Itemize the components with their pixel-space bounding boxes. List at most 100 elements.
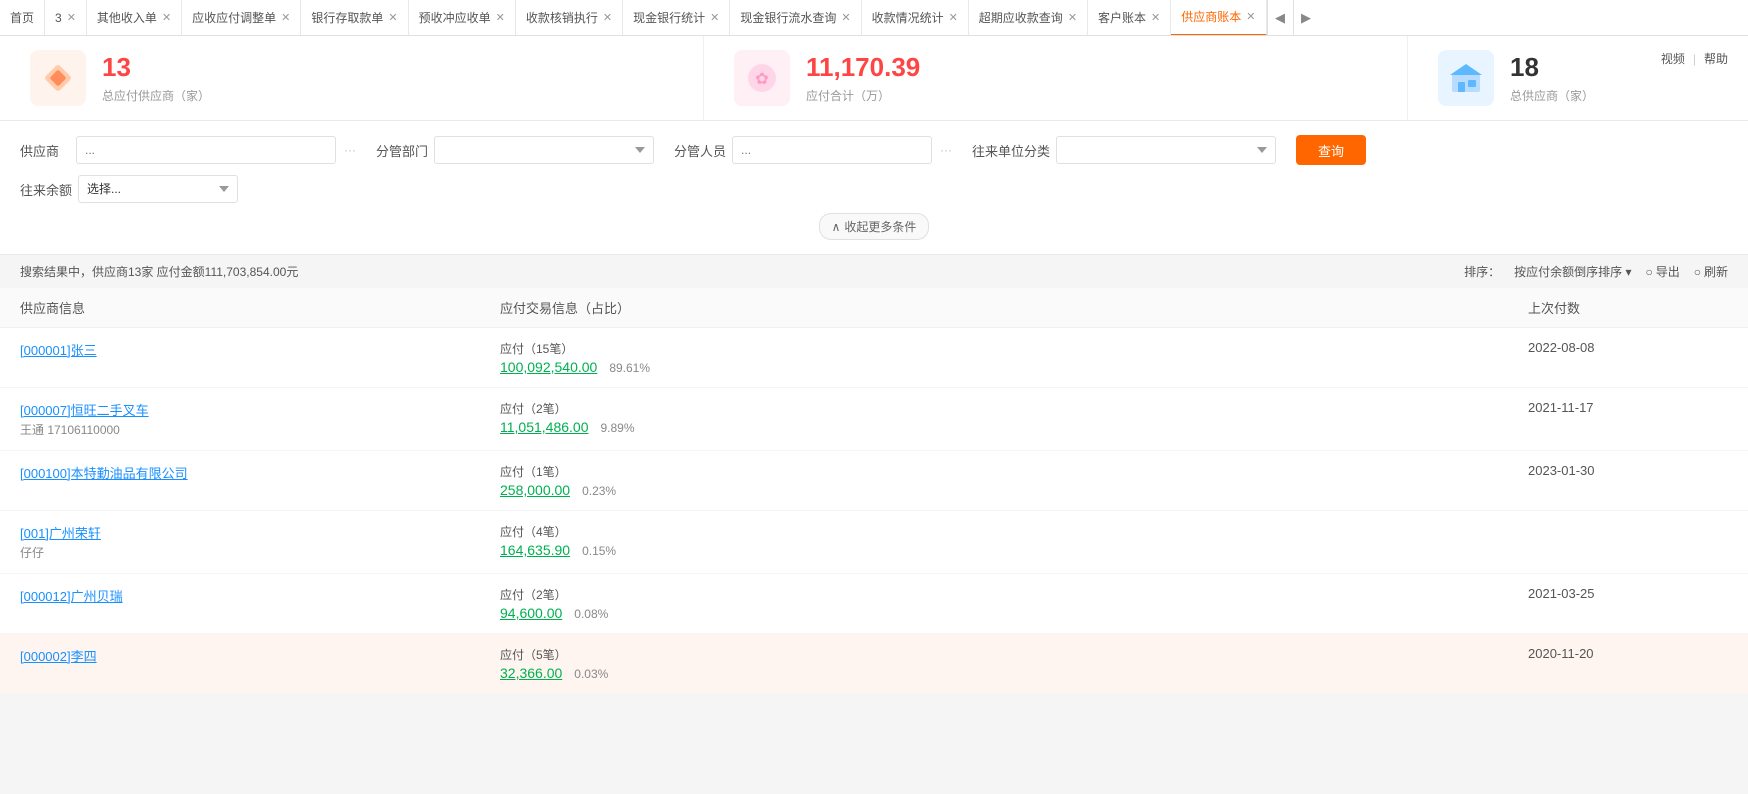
stat-label-payable: 总应付供应商（家） [102, 87, 673, 104]
table-row: [000007]恒旺二手叉车 王通 17106110000 应付（2笔） 11,… [0, 388, 1748, 451]
supplier-link-3[interactable]: [000100]本特勤油品有限公司 [20, 466, 188, 481]
trans-percent-5: 0.08% [574, 607, 608, 621]
trans-label-2: 应付（2笔） [500, 400, 1528, 417]
sort-option[interactable]: 按应付余额倒序排序 ▾ [1514, 263, 1631, 280]
table-row: [000100]本特勤油品有限公司 应付（1笔） 258,000.00 0.23… [0, 451, 1748, 511]
balance-select[interactable]: 选择... [78, 175, 238, 203]
export-button[interactable]: ○ 导出 [1645, 263, 1679, 280]
collapse-label: 收起更多条件 [844, 218, 916, 235]
close-icon[interactable]: ✕ [281, 11, 290, 24]
nav-tab-home[interactable]: 首页 [0, 0, 45, 36]
rice-icon: ✿ [734, 50, 790, 106]
diamond-icon [30, 50, 86, 106]
trans-label-6: 应付（5笔） [500, 646, 1528, 663]
top-right-links: 视频 | 帮助 [1661, 50, 1728, 67]
last-pay-3: 2023-01-30 [1528, 463, 1728, 478]
close-icon[interactable]: ✕ [841, 11, 850, 24]
close-icon[interactable]: ✕ [603, 11, 612, 24]
trans-label-1: 应付（15笔） [500, 340, 1528, 357]
filter-row-2: 往来余额 选择... [20, 175, 1728, 203]
trans-percent-3: 0.23% [582, 484, 616, 498]
nav-tab-collection-stat[interactable]: 收款情况统计 ✕ [862, 0, 969, 36]
help-link[interactable]: 帮助 [1704, 50, 1728, 67]
close-icon[interactable]: ✕ [1068, 11, 1077, 24]
collapse-button[interactable]: ∧ 收起更多条件 [819, 213, 930, 240]
close-icon[interactable]: ✕ [1151, 11, 1160, 24]
close-icon[interactable]: ✕ [67, 11, 76, 24]
stat-label-total-suppliers: 总供应商（家） [1510, 87, 1718, 104]
trans-amount-3[interactable]: 258,000.00 [500, 482, 570, 498]
stat-label-total-amount: 应付合计（万） [806, 87, 1377, 104]
table-row: [000002]李四 应付（5笔） 32,366.00 0.03% 2020-1… [0, 634, 1748, 694]
nav-tab-bank-deposit[interactable]: 银行存取款单 ✕ [301, 0, 408, 36]
stats-bar: 13 总应付供应商（家） ✿ 11,170.39 应付合计（万） [0, 36, 1748, 121]
nav-tab-overdue-ar[interactable]: 超期应收款查询 ✕ [969, 0, 1088, 36]
nav-next-arrow[interactable]: ▶ [1293, 0, 1319, 36]
supplier-input[interactable] [76, 136, 336, 164]
category-label: 往来单位分类 [972, 141, 1050, 160]
sort-label: 排序： [1464, 263, 1500, 280]
trans-amount-2[interactable]: 11,051,486.00 [500, 419, 589, 435]
col-header-supplier: 供应商信息 [20, 298, 500, 317]
svg-text:✿: ✿ [755, 71, 768, 88]
nav-tab-supplier-book[interactable]: 供应商账本 ✕ [1171, 0, 1266, 36]
supplier-sub-2: 王通 17106110000 [20, 421, 500, 438]
col-header-transaction: 应付交易信息（占比） [500, 298, 1528, 317]
trans-amount-4[interactable]: 164,635.90 [500, 542, 570, 558]
nav-prev-arrow[interactable]: ◀ [1267, 0, 1293, 36]
nav-tab-customer-book[interactable]: 客户账本 ✕ [1088, 0, 1171, 36]
nav-tab-payment-verify[interactable]: 收款核销执行 ✕ [516, 0, 623, 36]
close-icon[interactable]: ✕ [496, 11, 505, 24]
close-icon[interactable]: ✕ [710, 11, 719, 24]
category-select[interactable] [1056, 136, 1276, 164]
nav-tab-cash-bank-stat[interactable]: 现金银行统计 ✕ [623, 0, 730, 36]
nav-tab-other-income[interactable]: 其他收入单 ✕ [87, 0, 182, 36]
stat-info-total-amount: 11,170.39 应付合计（万） [806, 52, 1377, 103]
last-pay-5: 2021-03-25 [1528, 586, 1728, 601]
search-button[interactable]: 查询 [1296, 135, 1366, 165]
close-icon[interactable]: ✕ [162, 11, 171, 24]
transaction-info-5: 应付（2笔） 94,600.00 0.08% [500, 586, 1528, 621]
trans-label-3: 应付（1笔） [500, 463, 1528, 480]
supplier-info-6: [000002]李四 [20, 646, 500, 665]
supplier-link-2[interactable]: [000007]恒旺二手叉车 [20, 403, 149, 418]
trans-amount-1[interactable]: 100,092,540.00 [500, 359, 597, 375]
supplier-info-1: [000001]张三 [20, 340, 500, 359]
filter-item-balance: 往来余额 选择... [20, 175, 238, 203]
supplier-link-4[interactable]: [001]广州荣轩 [20, 526, 101, 541]
supplier-info-3: [000100]本特勤油品有限公司 [20, 463, 500, 482]
table-row: [001]广州荣轩 仔仔 应付（4笔） 164,635.90 0.15% [0, 511, 1748, 574]
transaction-info-2: 应付（2笔） 11,051,486.00 9.89% [500, 400, 1528, 435]
table-container: 供应商信息 应付交易信息（占比） 上次付数 [000001]张三 应付（15笔）… [0, 288, 1748, 694]
supplier-info-5: [000012]广州贝瑞 [20, 586, 500, 605]
supplier-link-5[interactable]: [000012]广州贝瑞 [20, 589, 123, 604]
export-icon: ○ [1645, 265, 1652, 279]
supplier-link-1[interactable]: [000001]张三 [20, 343, 97, 358]
person-label: 分管人员 [674, 141, 726, 160]
trans-percent-1: 89.61% [609, 361, 650, 375]
dept-select[interactable] [434, 136, 654, 164]
close-icon[interactable]: ✕ [388, 11, 397, 24]
nav-tab-ar-ap-adjust[interactable]: 应收应付调整单 ✕ [182, 0, 301, 36]
trans-amount-6[interactable]: 32,366.00 [500, 665, 562, 681]
close-icon[interactable]: ✕ [1246, 10, 1255, 23]
transaction-info-6: 应付（5笔） 32,366.00 0.03% [500, 646, 1528, 681]
nav-tab-3[interactable]: 3 ✕ [45, 0, 87, 36]
trans-label-4: 应付（4笔） [500, 523, 1528, 540]
nav-tab-prepay-ar[interactable]: 预收冲应收单 ✕ [409, 0, 516, 36]
trans-amount-5[interactable]: 94,600.00 [500, 605, 562, 621]
close-icon[interactable]: ✕ [949, 11, 958, 24]
supplier-link-6[interactable]: [000002]李四 [20, 649, 97, 664]
balance-label: 往来余额 [20, 180, 72, 199]
dept-label: 分管部门 [376, 141, 428, 160]
stat-number-payable: 13 [102, 52, 673, 83]
nav-tab-cash-bank-query[interactable]: 现金银行流水查询 ✕ [730, 0, 861, 36]
transaction-info-3: 应付（1笔） 258,000.00 0.23% [500, 463, 1528, 498]
video-link[interactable]: 视频 [1661, 50, 1685, 67]
person-input[interactable] [732, 136, 932, 164]
transaction-info-1: 应付（15笔） 100,092,540.00 89.61% [500, 340, 1528, 375]
filter-item-dept: 分管部门 [376, 136, 654, 164]
refresh-button[interactable]: ○ 刷新 [1694, 263, 1728, 280]
supplier-sub-4: 仔仔 [20, 544, 500, 561]
store-icon [1438, 50, 1494, 106]
